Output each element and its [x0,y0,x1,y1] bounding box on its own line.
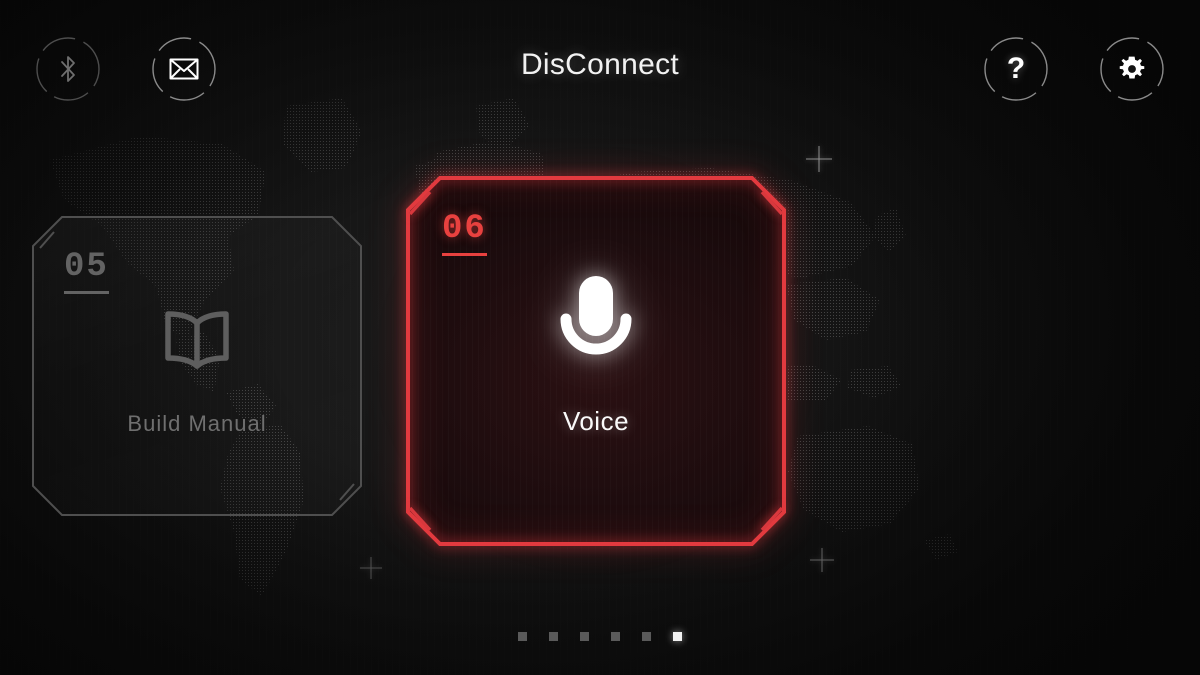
pagination-dot-5[interactable] [642,632,651,641]
pagination-dot-4[interactable] [611,632,620,641]
settings-button[interactable] [1098,35,1166,103]
carousel-card-build-manual[interactable]: 05 Build Manual [32,216,362,516]
top-bar: DisConnect ? [0,0,1200,140]
help-button[interactable]: ? [982,35,1050,103]
gear-icon [1118,55,1146,83]
pagination-dot-1[interactable] [518,632,527,641]
carousel-pagination [0,632,1200,641]
pagination-dot-3[interactable] [580,632,589,641]
card-label: Voice [562,405,630,436]
pagination-dot-2[interactable] [549,632,558,641]
card-content: Build Manual [32,222,362,522]
app-background: DisConnect ? 05 Build Manual 06 Voice [0,0,1200,675]
card-content: Voice [406,168,786,538]
bluetooth-icon [57,54,79,84]
pagination-dot-6[interactable] [673,632,682,641]
card-label: Build Manual [127,411,267,436]
microphone-icon [550,270,642,372]
question-mark-icon: ? [1006,52,1026,85]
carousel-card-voice[interactable]: 06 Voice [380,150,812,572]
book-icon [160,307,234,373]
mail-icon [169,57,199,81]
